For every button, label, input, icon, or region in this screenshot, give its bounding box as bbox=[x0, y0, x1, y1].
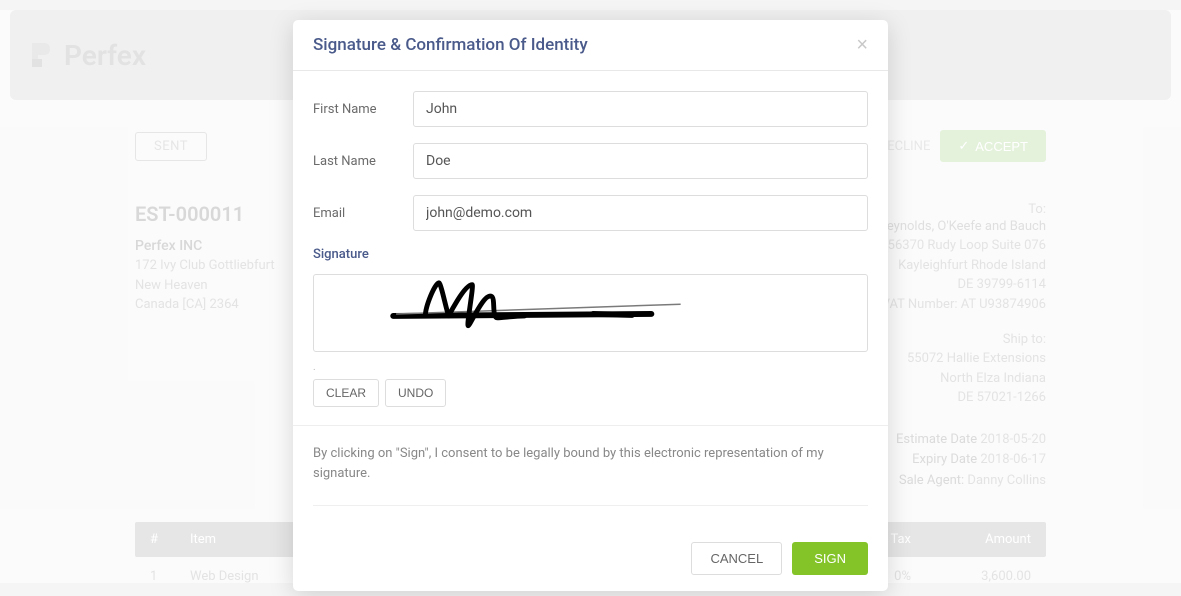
modal-header: Signature & Confirmation Of Identity × bbox=[293, 20, 888, 71]
modal-body: First Name Last Name Email Signature bbox=[293, 71, 888, 526]
last-name-label: Last Name bbox=[313, 154, 413, 169]
last-name-input[interactable] bbox=[413, 143, 868, 179]
signature-modal: Signature & Confirmation Of Identity × F… bbox=[293, 20, 888, 591]
first-name-row: First Name bbox=[313, 91, 868, 127]
undo-button[interactable]: UNDO bbox=[385, 379, 446, 407]
first-name-input[interactable] bbox=[413, 91, 868, 127]
sign-button[interactable]: SIGN bbox=[792, 542, 868, 575]
first-name-label: First Name bbox=[313, 102, 413, 117]
clear-button[interactable]: CLEAR bbox=[313, 379, 379, 407]
sig-dot: . bbox=[313, 362, 868, 373]
email-row: Email bbox=[313, 195, 868, 231]
consent-text: By clicking on "Sign", I consent to be l… bbox=[313, 426, 868, 506]
close-button[interactable]: × bbox=[856, 35, 868, 55]
email-label: Email bbox=[313, 206, 413, 221]
last-name-row: Last Name bbox=[313, 143, 868, 179]
close-icon: × bbox=[856, 34, 868, 56]
modal-title: Signature & Confirmation Of Identity bbox=[313, 35, 588, 55]
modal-overlay: Signature & Confirmation Of Identity × F… bbox=[0, 10, 1181, 583]
signature-pad[interactable] bbox=[313, 274, 868, 352]
signature-buttons: CLEAR UNDO bbox=[313, 379, 868, 407]
signature-label: Signature bbox=[313, 247, 868, 262]
modal-footer: CANCEL SIGN bbox=[293, 526, 888, 591]
signature-drawing bbox=[314, 275, 867, 351]
cancel-button[interactable]: CANCEL bbox=[691, 542, 782, 575]
email-input[interactable] bbox=[413, 195, 868, 231]
